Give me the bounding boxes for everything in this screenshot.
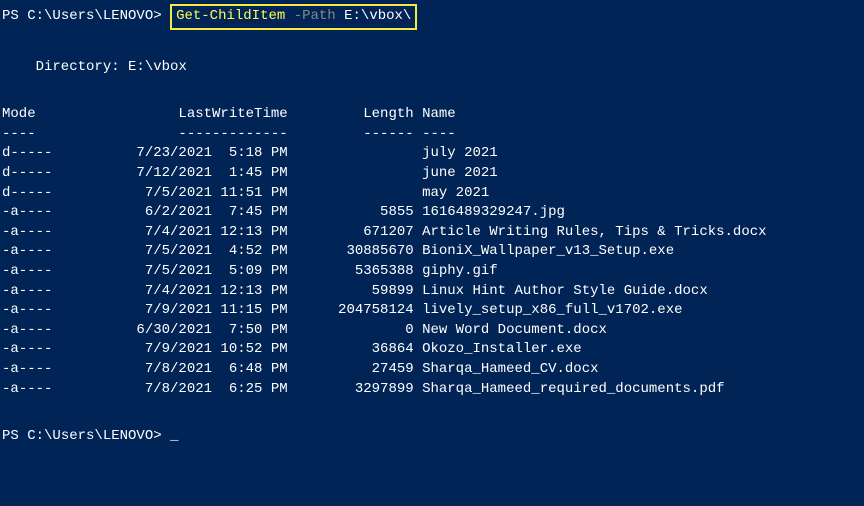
file-row: -a---- 7/4/2021 12:13 PM 671207 Article … (2, 223, 862, 243)
argument-value: E:\vbox\ (344, 8, 411, 24)
directory-path: E:\vbox (128, 59, 187, 75)
file-listing: d----- 7/23/2021 5:18 PM july 2021d-----… (2, 144, 862, 399)
file-row: d----- 7/5/2021 11:51 PM may 2021 (2, 184, 862, 204)
cursor: _ (170, 428, 178, 444)
prompt-line-2[interactable]: PS C:\Users\LENOVO> _ (2, 427, 862, 447)
parameter-name: -Path (294, 8, 344, 24)
file-row: -a---- 7/8/2021 6:48 PM 27459 Sharqa_Ham… (2, 360, 862, 380)
prompt-path: C:\Users\LENOVO (27, 428, 153, 444)
table-header: Mode LastWriteTime Length Name (2, 105, 862, 125)
file-row: -a---- 7/4/2021 12:13 PM 59899 Linux Hin… (2, 282, 862, 302)
file-row: d----- 7/12/2021 1:45 PM june 2021 (2, 164, 862, 184)
prompt-gt: > (153, 428, 170, 444)
file-row: -a---- 6/2/2021 7:45 PM 5855 16164893292… (2, 203, 862, 223)
directory-label: Directory: (2, 59, 128, 75)
directory-line: Directory: E:\vbox (2, 58, 862, 78)
file-row: -a---- 7/9/2021 11:15 PM 204758124 livel… (2, 301, 862, 321)
table-divider: ---- ------------- ------ ---- (2, 125, 862, 145)
file-row: -a---- 7/9/2021 10:52 PM 36864 Okozo_Ins… (2, 340, 862, 360)
file-row: -a---- 7/5/2021 5:09 PM 5365388 giphy.gi… (2, 262, 862, 282)
file-row: d----- 7/23/2021 5:18 PM july 2021 (2, 144, 862, 164)
prompt-prefix: PS (2, 8, 27, 24)
prompt-path: C:\Users\LENOVO (27, 8, 153, 24)
command-highlight-box: Get-ChildItem -Path E:\vbox\ (170, 4, 417, 30)
prompt-gt: > (153, 8, 170, 24)
cmdlet-name: Get-ChildItem (176, 8, 294, 24)
prompt-prefix: PS (2, 428, 27, 444)
file-row: -a---- 7/5/2021 4:52 PM 30885670 BioniX_… (2, 242, 862, 262)
prompt-line-1[interactable]: PS C:\Users\LENOVO> Get-ChildItem -Path … (2, 4, 862, 30)
file-row: -a---- 7/8/2021 6:25 PM 3297899 Sharqa_H… (2, 380, 862, 400)
file-row: -a---- 6/30/2021 7:50 PM 0 New Word Docu… (2, 321, 862, 341)
